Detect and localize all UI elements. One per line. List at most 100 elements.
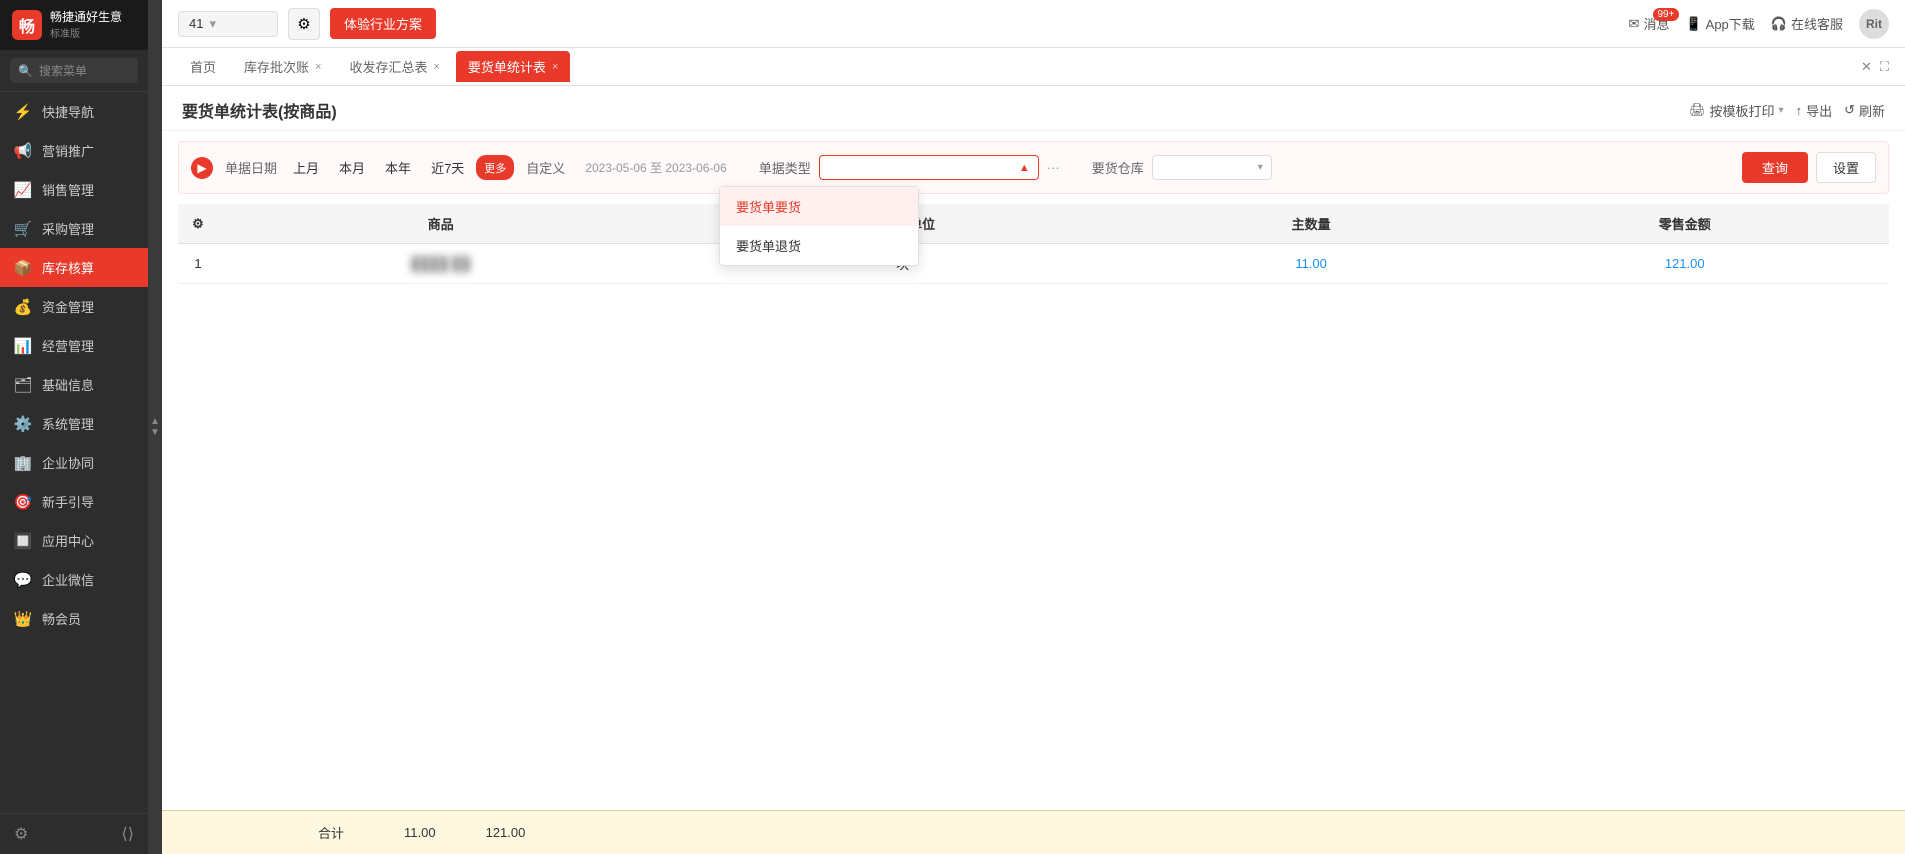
enterprise-icon: 🏢: [14, 454, 32, 472]
tab-home[interactable]: 首页: [178, 51, 228, 82]
sidebar-item-purchase[interactable]: 🛒 采购管理: [0, 209, 148, 248]
cell-amount[interactable]: 121.00: [1480, 244, 1889, 284]
sidebar-item-label: 企业微信: [42, 570, 94, 589]
more-options-icon[interactable]: ···: [1047, 160, 1060, 175]
sidebar-item-finance[interactable]: 💰 资金管理: [0, 287, 148, 326]
export-btn[interactable]: ↑ 导出: [1796, 101, 1833, 120]
type-label: 单据类型: [759, 158, 811, 177]
app-download-btn[interactable]: 📱 App下载: [1685, 14, 1754, 33]
tab-order-stats[interactable]: 要货单统计表 ×: [456, 51, 570, 82]
col-header-qty: 主数量: [1142, 204, 1481, 244]
sidebar-item-marketing[interactable]: 📢 营销推广: [0, 131, 148, 170]
tab-close-order-stats[interactable]: ×: [552, 61, 558, 73]
dropdown-item-require-goods[interactable]: 要货单要货: [720, 187, 918, 226]
sidebar-item-label: 库存核算: [42, 258, 94, 277]
online-service-btn[interactable]: 🎧 在线客服: [1771, 14, 1843, 33]
logo-icon: 畅: [12, 10, 42, 40]
date-label: 单据日期: [225, 158, 277, 177]
sidebar-item-guide[interactable]: 🎯 新手引导: [0, 482, 148, 521]
print-icon: 🖨: [1689, 102, 1706, 118]
col-header-settings[interactable]: ⚙: [178, 204, 218, 244]
warehouse-label: 要货仓库: [1092, 158, 1144, 177]
shortcut-icon: ⚡: [14, 103, 32, 121]
sidebar-scroll[interactable]: ▲ ▼: [148, 0, 162, 854]
sidebar-item-shortcut[interactable]: ⚡ 快捷导航: [0, 92, 148, 131]
warehouse-input[interactable]: ▾: [1152, 155, 1272, 180]
date-btn-more[interactable]: 更多: [476, 155, 514, 180]
avatar[interactable]: Rit: [1859, 9, 1889, 39]
store-selector[interactable]: 41 ▾: [178, 11, 278, 37]
search-menu-btn[interactable]: 🔍 搜索菜单: [10, 58, 138, 83]
sidebar-item-label: 应用中心: [42, 531, 94, 550]
date-filter-group: 单据日期 上月 本月 本年 近7天 更多 自定义 2023-05-06 至 20…: [225, 155, 727, 180]
tab-inventory-batch[interactable]: 库存批次账 ×: [232, 51, 333, 82]
scroll-down-icon[interactable]: ▼: [150, 427, 160, 438]
dropdown-item-require-return[interactable]: 要货单退货: [720, 226, 918, 265]
scroll-up-icon[interactable]: ▲: [150, 416, 160, 427]
marketing-icon: 📢: [14, 142, 32, 160]
tab-close-inventory-batch[interactable]: ×: [315, 61, 321, 73]
page-header: 要货单统计表(按商品) 🖨 按模板打印 ▾ ↑ 导出 ↺ 刷新: [162, 86, 1905, 131]
tab-close-all-icon[interactable]: ✕: [1861, 59, 1872, 75]
export-icon: ↑: [1796, 103, 1803, 118]
table-row: 1 ████ ██ 块 11.00 121.00: [178, 244, 1889, 284]
summary-qty: 11.00: [404, 825, 436, 840]
date-buttons: 上月 本月 本年 近7天 更多 自定义: [285, 155, 573, 180]
sidebar-item-app-center[interactable]: 🔲 应用中心: [0, 521, 148, 560]
type-input[interactable]: ▲: [819, 155, 1039, 180]
filter-bar: ▶ 单据日期 上月 本月 本年 近7天 更多 自定义 2023-05-06 至 …: [178, 141, 1889, 194]
filter-toggle-btn[interactable]: ▶: [191, 157, 213, 179]
service-icon: 🎧: [1771, 16, 1787, 32]
sidebar-item-label: 新手引导: [42, 492, 94, 511]
sidebar-item-label: 营销推广: [42, 141, 94, 160]
date-btn-last-month[interactable]: 上月: [285, 155, 327, 180]
warehouse-filter-group: 要货仓库 ▾: [1092, 155, 1272, 180]
sidebar-item-inventory[interactable]: 📦 库存核算: [0, 248, 148, 287]
settings-gear-icon[interactable]: ⚙: [14, 824, 28, 844]
logo-name: 畅捷通好生意: [50, 10, 122, 26]
sidebar-item-operations[interactable]: 📊 经营管理: [0, 326, 148, 365]
print-btn[interactable]: 🖨 按模板打印 ▾: [1689, 101, 1784, 120]
refresh-icon: ↺: [1844, 102, 1855, 118]
date-btn-last-7days[interactable]: 近7天: [423, 155, 472, 180]
tab-receive-summary[interactable]: 收发存汇总表 ×: [337, 51, 451, 82]
export-label: 导出: [1806, 101, 1832, 120]
page-content: 要货单统计表(按商品) 🖨 按模板打印 ▾ ↑ 导出 ↺ 刷新 ▶: [162, 86, 1905, 854]
sidebar-item-base-info[interactable]: 🗂 基础信息: [0, 365, 148, 404]
topbar-settings-btn[interactable]: ⚙: [288, 8, 320, 40]
sidebar-search-area[interactable]: 🔍 搜索菜单: [0, 50, 148, 92]
app-center-icon: 🔲: [14, 532, 32, 550]
sidebar-item-system[interactable]: ⚙️ 系统管理: [0, 404, 148, 443]
tab-close-receive-summary[interactable]: ×: [433, 61, 439, 73]
date-btn-custom[interactable]: 自定义: [518, 155, 573, 180]
sidebar-item-sales[interactable]: 📈 销售管理: [0, 170, 148, 209]
main-area: 41 ▾ ⚙ 体验行业方案 ✉ 消息 99+ 📱 App下载 🎧 在线客服 Ri…: [162, 0, 1905, 854]
home-tab-label: 首页: [190, 57, 216, 76]
cell-qty[interactable]: 11.00: [1142, 244, 1481, 284]
sidebar-collapse-icon[interactable]: ⟨⟩: [122, 824, 134, 844]
topbar-right: ✉ 消息 99+ 📱 App下载 🎧 在线客服 Rit: [1629, 9, 1889, 39]
date-btn-this-year[interactable]: 本年: [377, 155, 419, 180]
sidebar-item-label: 快捷导航: [42, 102, 94, 121]
trial-btn[interactable]: 体验行业方案: [330, 8, 436, 39]
filter-settings-btn[interactable]: 设置: [1816, 152, 1876, 183]
tab-maximize-icon[interactable]: ⛶: [1880, 59, 1889, 75]
type-dropdown: 要货单要货 要货单退货: [719, 186, 919, 266]
warehouse-placeholder: [1161, 160, 1258, 175]
data-table: ⚙ 商品 主计量单位 主数量 零售金额 1 ████ ██ 块 11.00 12…: [178, 204, 1889, 284]
sidebar-item-member[interactable]: 👑 畅会员: [0, 599, 148, 638]
sidebar-item-wechat[interactable]: 💬 企业微信: [0, 560, 148, 599]
store-number: 41: [189, 16, 203, 31]
col-header-amount: 零售金额: [1480, 204, 1889, 244]
date-btn-this-month[interactable]: 本月: [331, 155, 373, 180]
query-btn[interactable]: 查询: [1742, 152, 1808, 183]
refresh-label: 刷新: [1859, 101, 1885, 120]
sidebar-item-enterprise[interactable]: 🏢 企业协同: [0, 443, 148, 482]
page-header-actions: 🖨 按模板打印 ▾ ↑ 导出 ↺ 刷新: [1689, 101, 1885, 120]
refresh-btn[interactable]: ↺ 刷新: [1844, 101, 1885, 120]
sidebar-item-label: 经营管理: [42, 336, 94, 355]
type-filter-group: 单据类型 ▲ ···: [759, 155, 1060, 180]
messages-btn[interactable]: ✉ 消息 99+: [1629, 14, 1670, 33]
app-download-label: App下载: [1706, 14, 1755, 33]
sidebar-item-label: 采购管理: [42, 219, 94, 238]
